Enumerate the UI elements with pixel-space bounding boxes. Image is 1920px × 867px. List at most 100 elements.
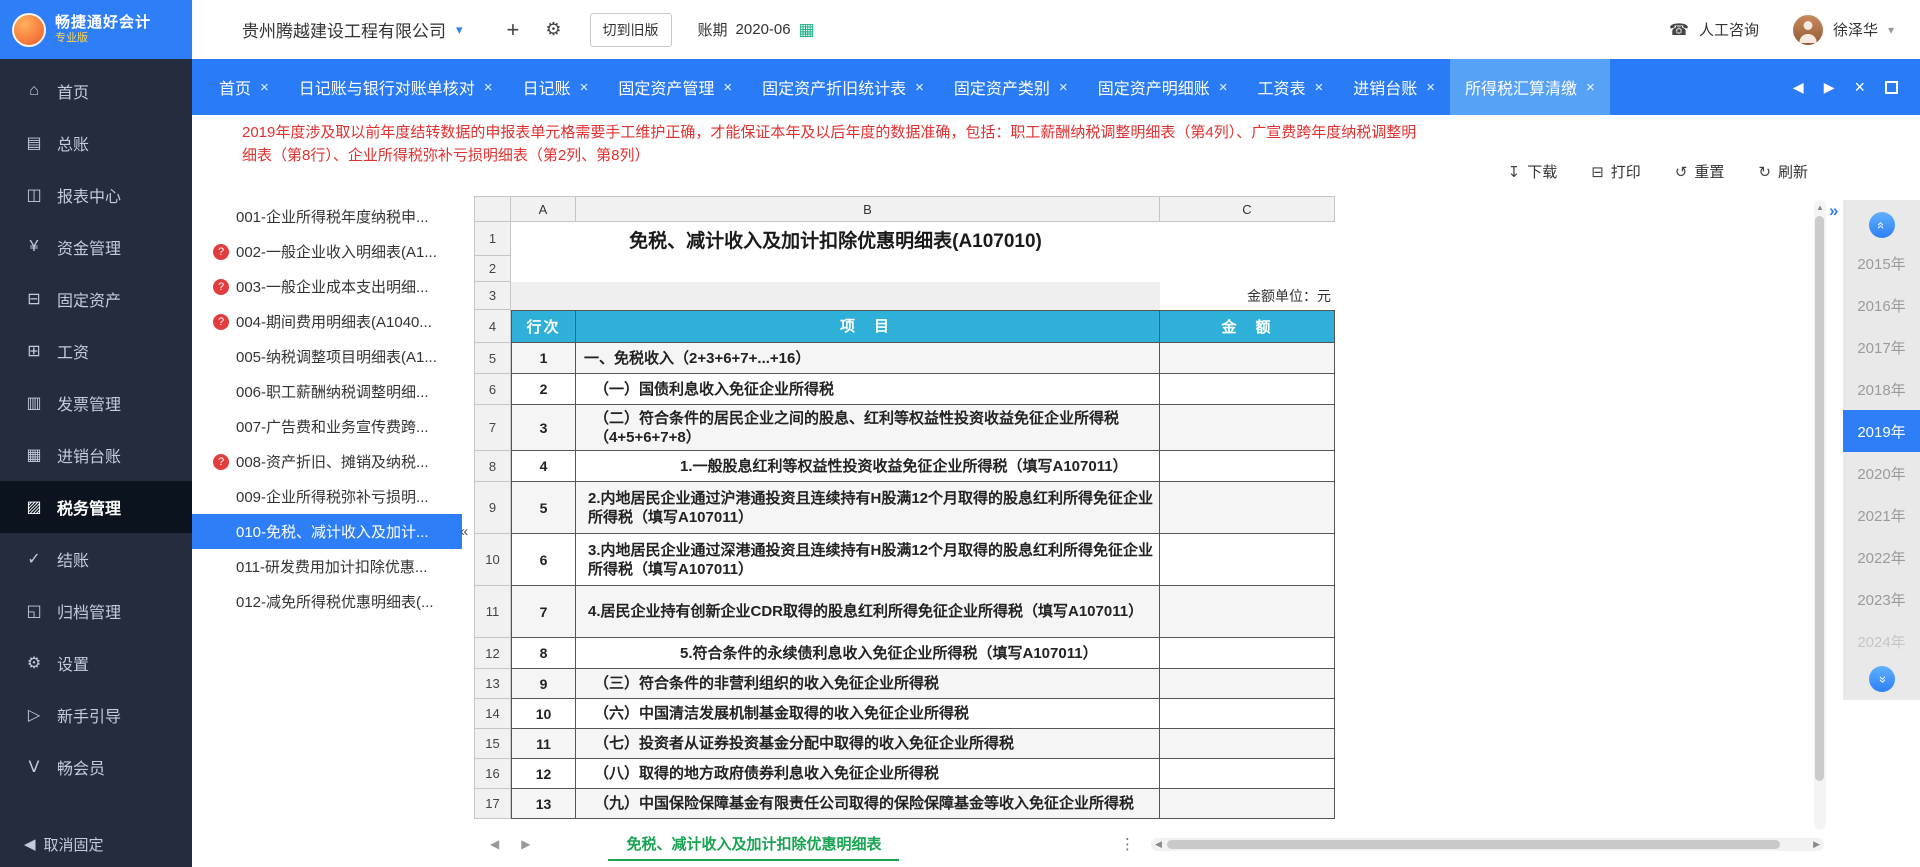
tab-journal-bank-reconcile[interactable]: 日记账与银行对账单核对 × [284,59,508,115]
sheet-prev-icon[interactable]: ◀ [490,837,499,851]
row-header[interactable]: 6 [474,374,511,405]
cell-item[interactable]: （二）符合条件的居民企业之间的股息、红利等权益性投资收益免征企业所得税（4+5+… [576,405,1160,451]
cell-amount[interactable] [1160,669,1335,699]
report-item-002[interactable]: ? 002-一般企业收入明细表(A1... [192,234,462,269]
sidebar-item-invoices[interactable]: ▥ 发票管理 [0,377,192,429]
tab-fixed-asset-mgmt[interactable]: 固定资产管理 × [603,59,747,115]
sidebar-item-tax[interactable]: ▨ 税务管理 [0,481,192,533]
cell-line-number[interactable]: 1 [511,343,576,374]
cell-empty[interactable] [511,282,1160,310]
cell-empty[interactable] [1160,222,1335,256]
row-header[interactable]: 2 [474,256,511,282]
cell-amount[interactable] [1160,343,1335,374]
cell-line-number[interactable]: 10 [511,699,576,729]
cell-item[interactable]: （三）符合条件的非营利组织的收入免征企业所得税 [576,669,1160,699]
help-icon[interactable]: ? [213,453,229,470]
year-item-2019[interactable]: 2019年 [1843,410,1920,452]
sidebar-item-settings[interactable]: ⚙ 设置 [0,637,192,689]
close-icon[interactable]: × [1314,79,1323,96]
column-header-c[interactable]: C [1160,196,1335,222]
year-item-2017[interactable]: 2017年 [1843,326,1920,368]
sheet-next-icon[interactable]: ▶ [521,837,530,851]
tab-asset-detail-ledger[interactable]: 固定资产明细账 × [1083,59,1243,115]
header-amount[interactable]: 金 额 [1160,310,1335,343]
cell-amount[interactable] [1160,729,1335,759]
report-item-007[interactable]: 007-广告费和业务宣传费跨... [192,409,462,444]
sidebar-item-payroll[interactable]: ⊞ 工资 [0,325,192,377]
cell-line-number[interactable]: 7 [511,586,576,638]
row-header[interactable]: 7 [474,405,511,451]
column-header-b[interactable]: B [576,196,1160,222]
row-header[interactable]: 1 [474,222,511,256]
cell-amount[interactable] [1160,699,1335,729]
cell-amount[interactable] [1160,759,1335,789]
report-item-005[interactable]: 005-纳税调整项目明细表(A1... [192,339,462,374]
year-item-2021[interactable]: 2021年 [1843,494,1920,536]
year-item-2020[interactable]: 2020年 [1843,452,1920,494]
horizontal-scrollbar[interactable]: ◀ ▶ [1151,837,1824,851]
help-icon[interactable]: ? [213,313,229,330]
scroll-right-icon[interactable]: ▶ [1813,839,1820,850]
avatar[interactable] [1792,14,1823,45]
cell-amount[interactable] [1160,534,1335,586]
scroll-left-icon[interactable]: ◀ [1155,839,1162,850]
scroll-up-icon[interactable]: ▲ [1814,203,1826,212]
sidebar-item-fixed-assets[interactable]: ⊟ 固定资产 [0,273,192,325]
cell-amount[interactable] [1160,374,1335,405]
amount-unit-label[interactable]: 金额单位：元 [1160,282,1335,310]
row-header[interactable]: 13 [474,669,511,699]
cell-line-number[interactable]: 8 [511,638,576,669]
horizontal-scroll-thumb[interactable] [1167,839,1780,849]
help-icon[interactable]: ? [213,243,229,260]
report-item-010[interactable]: 010-免税、减计收入及加计... [192,514,462,549]
tab-payroll-sheet[interactable]: 工资表 × [1242,59,1338,115]
chevron-down-icon[interactable]: ▾ [456,22,463,38]
switch-old-version-button[interactable]: 切到旧版 [589,12,672,47]
cell-amount[interactable] [1160,789,1335,819]
tab-income-tax-settlement[interactable]: 所得税汇算清缴 × [1450,59,1610,115]
row-header[interactable]: 12 [474,638,511,669]
sidebar-item-beginner-guide[interactable]: ▷ 新手引导 [0,689,192,741]
sidebar-item-closing[interactable]: ✓ 结账 [0,533,192,585]
year-item-2015[interactable]: 2015年 [1843,242,1920,284]
tab-journal[interactable]: 日记账 × [508,59,604,115]
tabs-close-icon[interactable]: × [1854,77,1865,98]
sidebar-item-inventory-ledger[interactable]: ▦ 进销台账 [0,429,192,481]
cell-item[interactable]: （六）中国清洁发展机制基金取得的收入免征企业所得税 [576,699,1160,729]
cell-amount[interactable] [1160,405,1335,451]
tab-asset-category[interactable]: 固定资产类别 × [939,59,1083,115]
column-header-a[interactable]: A [511,196,576,222]
tabs-scroll-right-icon[interactable]: ▶ [1824,79,1835,96]
sheet-tab[interactable]: 免税、减计收入及加计扣除优惠明细表 [608,827,900,861]
cell-item[interactable]: 2.内地居民企业通过沪港通投资且连续持有H股满12个月取得的股息红利所得免征企业… [576,482,1160,534]
gear-icon[interactable]: ⚙ [545,19,561,40]
years-scroll-down-button[interactable]: « [1868,666,1895,692]
year-item-2024[interactable]: 2024年 [1843,620,1920,662]
cell-line-number[interactable]: 6 [511,534,576,586]
cell-item[interactable]: （一）国债利息收入免征企业所得税 [576,374,1160,405]
cell-line-number[interactable]: 13 [511,789,576,819]
fullscreen-icon[interactable] [1885,80,1898,94]
cell-amount[interactable] [1160,586,1335,638]
download-button[interactable]: ↧ 下载 [1508,161,1558,182]
vertical-scroll-thumb[interactable] [1815,216,1824,781]
select-all-corner[interactable] [474,196,511,222]
chevron-down-icon[interactable]: ▾ [1888,23,1894,37]
cell-line-number[interactable]: 12 [511,759,576,789]
close-icon[interactable]: × [484,79,493,96]
report-item-003[interactable]: ? 003-一般企业成本支出明细... [192,269,462,304]
add-icon[interactable]: + [507,17,520,43]
year-item-2022[interactable]: 2022年 [1843,536,1920,578]
row-header[interactable]: 8 [474,451,511,482]
row-header[interactable]: 5 [474,343,511,374]
cell-item[interactable]: 5.符合条件的永续债利息收入免征企业所得税（填写A107011） [576,638,1160,669]
close-icon[interactable]: × [1586,79,1595,96]
report-item-001[interactable]: 001-企业所得税年度纳税申... [192,199,462,234]
year-item-2023[interactable]: 2023年 [1843,578,1920,620]
refresh-button[interactable]: ↻ 刷新 [1758,161,1808,182]
unpin-button[interactable]: ◀ 取消固定 [0,821,192,867]
cell-line-number[interactable]: 5 [511,482,576,534]
header-item[interactable]: 项 目 [576,310,1160,343]
expand-panel-icon[interactable]: » [1829,201,1838,221]
sidebar-item-funds[interactable]: ¥ 资金管理 [0,221,192,273]
